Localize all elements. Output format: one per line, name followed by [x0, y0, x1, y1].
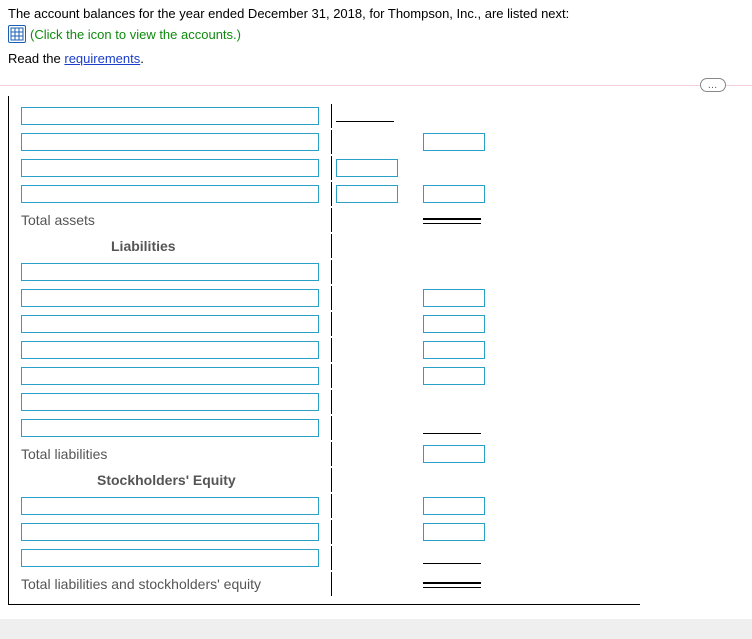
liability-account-input-3[interactable] — [21, 315, 319, 333]
requirements-link[interactable]: requirements — [64, 51, 140, 66]
liability-account-input-4[interactable] — [21, 341, 319, 359]
asset-account-input-4[interactable] — [21, 185, 319, 203]
total-liab-se-underline — [423, 582, 481, 592]
asset-amount-input-4[interactable] — [423, 185, 485, 203]
liability-account-input-2[interactable] — [21, 289, 319, 307]
balance-sheet: Total assets Liabilities — [8, 96, 640, 605]
divider — [0, 85, 752, 86]
more-button[interactable]: … — [700, 78, 726, 92]
total-assets-label: Total assets — [21, 212, 95, 228]
equity-account-input-3[interactable] — [21, 549, 319, 567]
period-text: . — [140, 51, 144, 66]
liability-account-input-7[interactable] — [21, 419, 319, 437]
total-liab-se-label: Total liabilities and stockholders' equi… — [21, 576, 261, 592]
intro-text: The account balances for the year ended … — [8, 6, 744, 21]
liabilities-heading: Liabilities — [21, 238, 176, 254]
asset-account-input-1[interactable] — [21, 107, 319, 125]
asset-subtotal-underline-1 — [336, 121, 394, 122]
read-the-text: Read the — [8, 51, 64, 66]
equity-account-input-2[interactable] — [21, 523, 319, 541]
total-assets-underline — [423, 218, 481, 228]
equity-account-input-1[interactable] — [21, 497, 319, 515]
liability-account-input-6[interactable] — [21, 393, 319, 411]
liability-subtotal-underline — [423, 433, 481, 434]
view-accounts-link[interactable]: (Click the icon to view the accounts.) — [30, 27, 241, 42]
total-liabilities-label: Total liabilities — [21, 446, 107, 462]
liability-account-input-5[interactable] — [21, 367, 319, 385]
asset-account-input-2[interactable] — [21, 133, 319, 151]
liability-amount-input-2[interactable] — [423, 289, 485, 307]
liability-amount-input-4[interactable] — [423, 341, 485, 359]
table-icon[interactable] — [8, 25, 26, 43]
equity-amount-input-2[interactable] — [423, 523, 485, 541]
asset-account-input-3[interactable] — [21, 159, 319, 177]
asset-mid-input-4[interactable] — [336, 185, 398, 203]
total-liabilities-amount-input[interactable] — [423, 445, 485, 463]
liability-amount-input-5[interactable] — [423, 367, 485, 385]
stockholders-equity-heading: Stockholders' Equity — [21, 472, 236, 488]
liability-account-input-1[interactable] — [21, 263, 319, 281]
equity-amount-input-1[interactable] — [423, 497, 485, 515]
footer-bar — [0, 619, 752, 639]
read-requirements-line: Read the requirements. — [8, 51, 744, 66]
liability-amount-input-3[interactable] — [423, 315, 485, 333]
asset-mid-input-3[interactable] — [336, 159, 398, 177]
equity-subtotal-underline — [423, 563, 481, 564]
asset-amount-input-2[interactable] — [423, 133, 485, 151]
